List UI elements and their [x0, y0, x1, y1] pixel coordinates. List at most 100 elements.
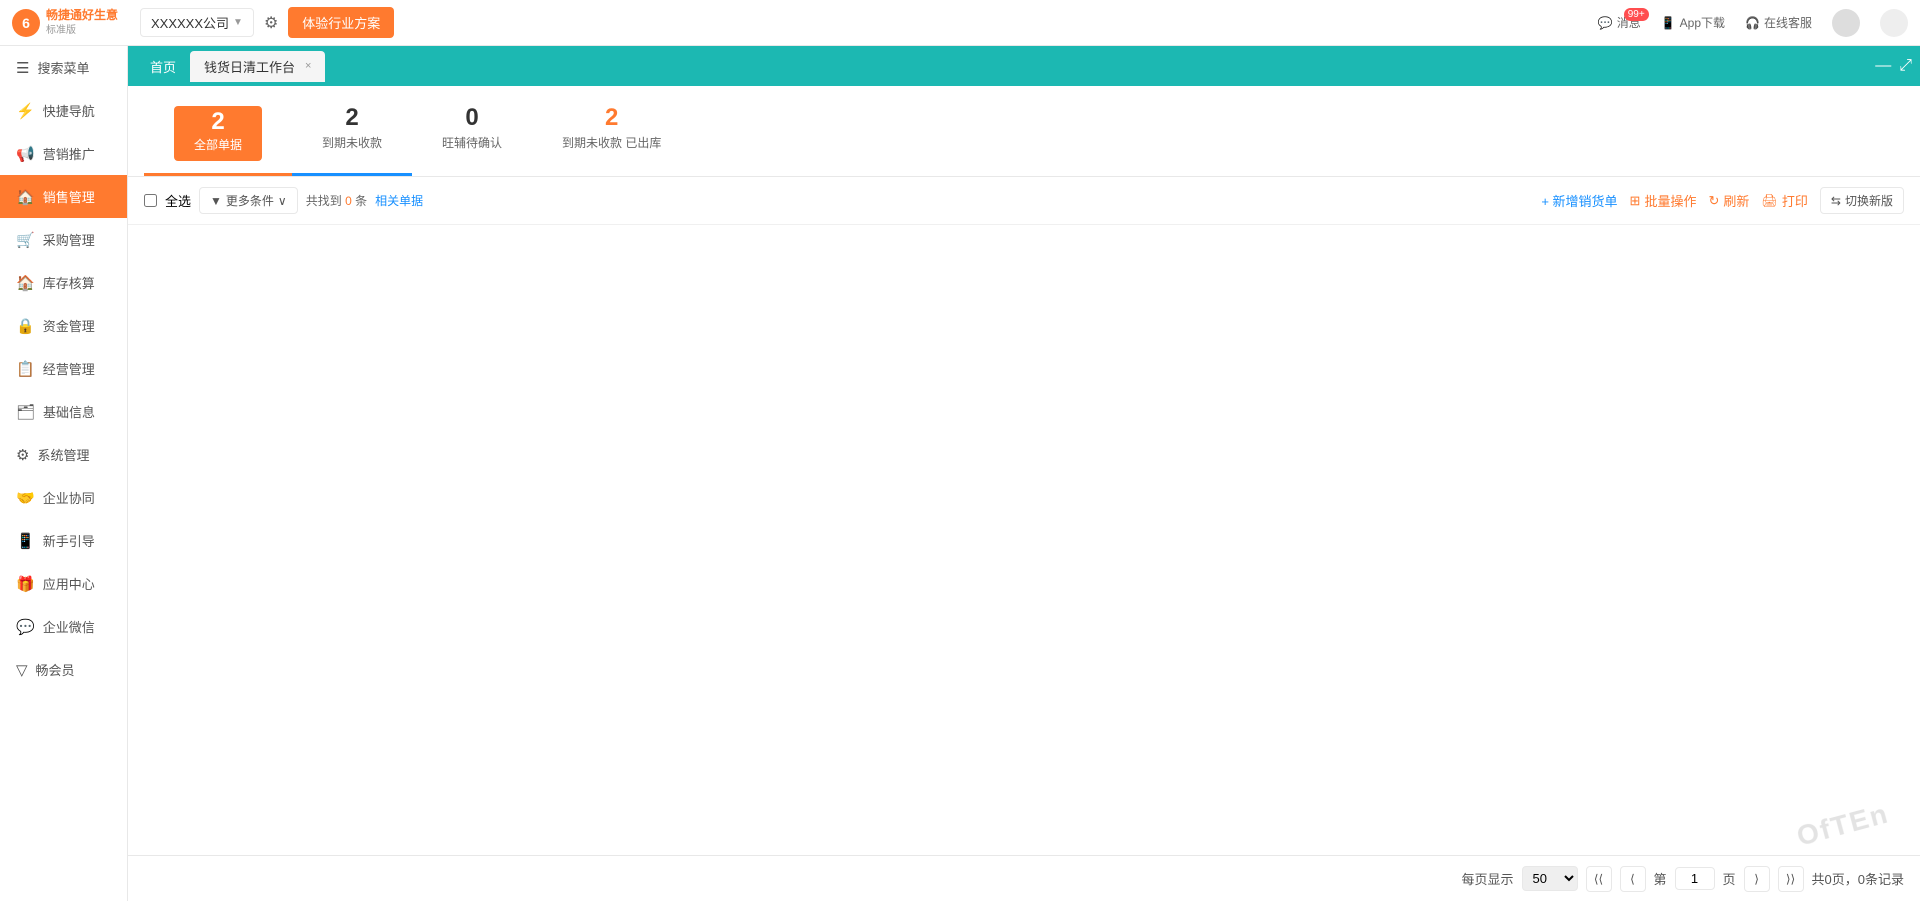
message-action[interactable]: 💬 消息 99+ [1598, 14, 1641, 31]
vip-icon: ▽ [16, 661, 28, 679]
settings-icon[interactable]: ⚙ [264, 13, 278, 33]
overdue-label: 到期未收款 [322, 134, 382, 151]
wechat-icon: 💬 [16, 618, 35, 636]
logo-area: 6 畅捷通好生意 标准版 [12, 8, 140, 37]
sidebar-label-wechat: 企业微信 [43, 617, 95, 636]
switch-version-label: 切换新版 [1845, 192, 1893, 209]
all-count: 2 [194, 110, 242, 134]
more-filters-button[interactable]: ▼ 更多条件 ∨ [199, 187, 298, 214]
sidebar-item-marketing[interactable]: 📢 营销推广 [0, 132, 127, 175]
overdue-count: 2 [345, 106, 358, 130]
switch-version-button[interactable]: ⇆ 切换新版 [1820, 187, 1904, 214]
sidebar-label-inventory: 库存核算 [43, 273, 95, 292]
sidebar-label-vip: 畅会员 [36, 660, 75, 679]
sidebar-item-search-menu[interactable]: ☰ 搜索菜单 [0, 46, 127, 89]
sidebar-item-inventory[interactable]: 🏠 库存核算 [0, 261, 127, 304]
tab-home[interactable]: 首页 [136, 51, 190, 82]
trial-button[interactable]: 体验行业方案 [288, 7, 394, 38]
sidebar-item-wechat[interactable]: 💬 企业微信 [0, 605, 127, 648]
online-service-label: 在线客服 [1764, 14, 1812, 31]
new-sale-button[interactable]: + 新增销货单 [1541, 191, 1617, 210]
search-menu-icon: ☰ [16, 59, 29, 77]
found-prefix: 共找到 [306, 194, 342, 208]
content-body [128, 225, 1920, 725]
app-download-action[interactable]: 📱 App下载 [1661, 14, 1725, 31]
logo-icon: 6 [12, 9, 40, 37]
tab-expand-button[interactable]: ⤢ [1899, 57, 1912, 75]
tab-home-label: 首页 [150, 57, 176, 76]
page-size-select[interactable]: 50 100 200 [1522, 866, 1578, 891]
all-label: 全部单据 [194, 136, 242, 153]
sidebar-item-quick-nav[interactable]: ⚡ 快捷导航 [0, 89, 127, 132]
overdue-shipped-count: 2 [605, 106, 618, 130]
summary-tab-overdue[interactable]: 2 到期未收款 [292, 98, 412, 176]
company-name: XXXXXX公司 [151, 13, 229, 32]
online-service-action[interactable]: 🎧 在线客服 [1745, 14, 1812, 31]
inventory-icon: 🏠 [16, 274, 35, 292]
sidebar-item-enterprise[interactable]: 🤝 企业协同 [0, 476, 127, 519]
sidebar-item-system-mgmt[interactable]: ⚙ 系统管理 [0, 433, 127, 476]
last-page-button[interactable]: ⟩⟩ [1778, 866, 1804, 892]
guide-icon: 📱 [16, 532, 35, 550]
sidebar-item-ops-mgmt[interactable]: 📋 经营管理 [0, 347, 127, 390]
filter-icon: ▼ [210, 194, 222, 208]
tab-workbench-label: 钱货日清工作台 [204, 57, 295, 76]
content-inner: 2 全部单据 2 到期未收款 0 旺辅待确认 2 到期未收款 已出库 全选 [128, 86, 1920, 901]
found-text: 共找到 0 条 [306, 192, 367, 209]
enterprise-icon: 🤝 [16, 489, 35, 507]
refresh-button[interactable]: ↻ 刷新 [1708, 191, 1749, 210]
refresh-label: 刷新 [1723, 191, 1749, 210]
basic-info-icon: 🗂 [16, 403, 35, 421]
print-icon: 🖨 [1761, 193, 1778, 209]
summary-tab-wangwang[interactable]: 0 旺辅待确认 [412, 98, 532, 176]
tab-close-icon[interactable]: × [305, 60, 311, 72]
app-center-icon: 🎁 [16, 575, 35, 593]
tab-bar: 首页 钱货日清工作台 × — ⤢ [128, 46, 1920, 86]
select-all-label: 全选 [165, 191, 191, 210]
message-icon: 💬 [1598, 16, 1613, 30]
page-size-prefix: 每页显示 [1461, 869, 1513, 888]
sidebar-label-guide: 新手引导 [43, 531, 95, 550]
company-selector[interactable]: XXXXXX公司 ▼ [140, 8, 254, 37]
sidebar-label-app-center: 应用中心 [43, 574, 95, 593]
header-right: 💬 消息 99+ 📱 App下载 🎧 在线客服 [1598, 9, 1908, 37]
toolbar-left: 全选 ▼ 更多条件 ∨ 共找到 0 条 相关单据 [144, 187, 423, 214]
page-label: 第 [1654, 869, 1667, 888]
tab-bar-right: — ⤢ [1875, 57, 1912, 75]
tab-workbench[interactable]: 钱货日清工作台 × [190, 51, 325, 82]
sidebar-item-vip[interactable]: ▽ 畅会员 [0, 648, 127, 691]
pagination: 每页显示 50 100 200 ⟨⟨ ⟨ 第 页 ⟩ ⟩⟩ 共0页，0条记录 [128, 855, 1920, 901]
avatar-2[interactable] [1880, 9, 1908, 37]
sidebar-item-guide[interactable]: 📱 新手引导 [0, 519, 127, 562]
sidebar-item-capital-mgmt[interactable]: 🔒 资金管理 [0, 304, 127, 347]
message-badge: 99+ [1624, 8, 1649, 21]
ops-mgmt-icon: 📋 [16, 360, 35, 378]
select-all-checkbox[interactable] [144, 194, 157, 207]
page-input[interactable] [1675, 867, 1715, 890]
avatar[interactable] [1832, 9, 1860, 37]
print-button[interactable]: 🖨 打印 [1761, 191, 1808, 210]
sidebar-item-purchase-mgmt[interactable]: 🛒 采购管理 [0, 218, 127, 261]
found-count: 0 [345, 194, 352, 208]
summary-tab-overdue-shipped[interactable]: 2 到期未收款 已出库 [532, 98, 691, 176]
summary-tab-all[interactable]: 2 全部单据 [144, 98, 292, 176]
related-records-link[interactable]: 相关单据 [375, 192, 423, 209]
next-page-button[interactable]: ⟩ [1744, 866, 1770, 892]
sidebar-label-system-mgmt: 系统管理 [37, 445, 89, 464]
brand-name: 畅捷通好生意 [46, 8, 118, 24]
prev-page-button[interactable]: ⟨ [1620, 866, 1646, 892]
sidebar-item-basic-info[interactable]: 🗂 基础信息 [0, 390, 127, 433]
dropdown-arrow-icon: ▼ [233, 17, 243, 28]
tab-minimize-button[interactable]: — [1875, 57, 1891, 75]
first-page-button[interactable]: ⟨⟨ [1586, 866, 1612, 892]
headset-icon: 🎧 [1745, 16, 1760, 30]
sidebar: ☰ 搜索菜单 ⚡ 快捷导航 📢 营销推广 🏠 销售管理 🛒 采购管理 🏠 库存核… [0, 46, 128, 901]
marketing-icon: 📢 [16, 145, 35, 163]
sidebar-label-search-menu: 搜索菜单 [37, 58, 89, 77]
chevron-down-icon: ∨ [278, 194, 287, 208]
batch-ops-button[interactable]: ⊞ 批量操作 [1630, 191, 1697, 210]
more-filters-label: 更多条件 [226, 192, 274, 209]
sidebar-item-app-center[interactable]: 🎁 应用中心 [0, 562, 127, 605]
app-download-label: App下载 [1680, 14, 1725, 31]
sidebar-item-sales-mgmt[interactable]: 🏠 销售管理 [0, 175, 127, 218]
